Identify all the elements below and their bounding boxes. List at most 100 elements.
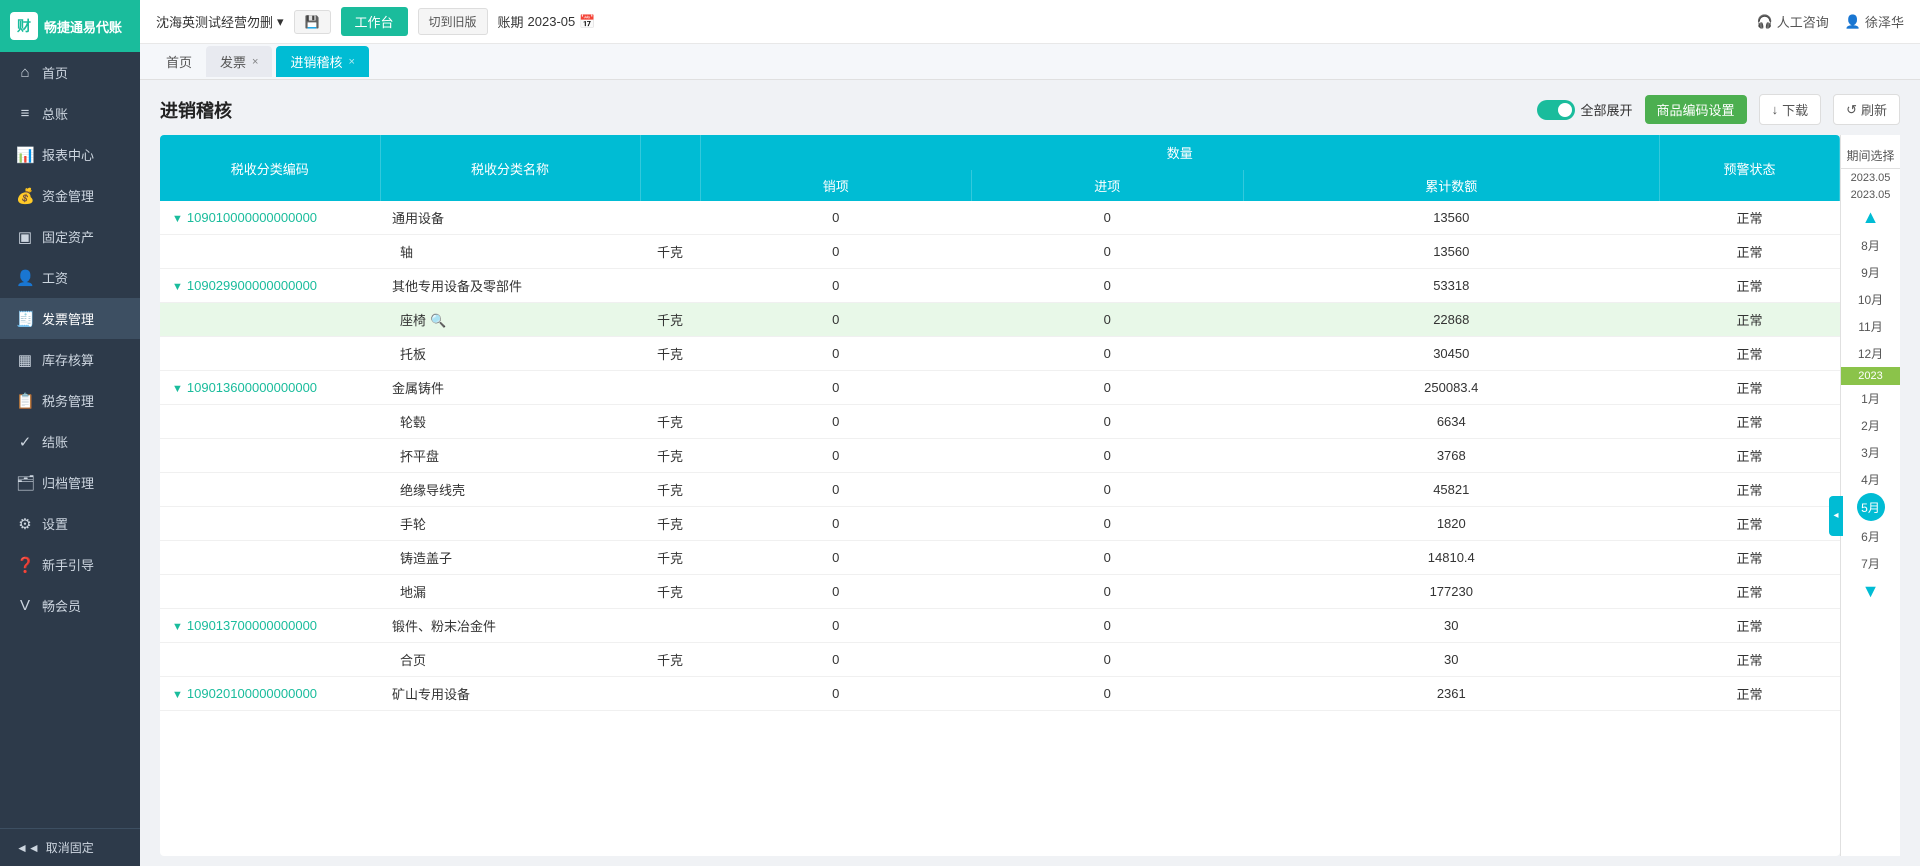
month-1[interactable]: 1月 — [1841, 385, 1900, 412]
switch-version-button[interactable]: 切到旧版 — [418, 8, 488, 35]
month-5-active[interactable]: 5月 — [1857, 493, 1885, 521]
table-cell-sales: 0 — [700, 575, 972, 609]
sidebar-item-label: 发票管理 — [42, 309, 94, 328]
sidebar-item-vip[interactable]: V 畅会员 — [0, 585, 140, 626]
col-header-unit — [640, 135, 700, 170]
table-cell-warning: 正常 — [1660, 473, 1840, 507]
sidebar-item-guide[interactable]: ❓ 新手引导 — [0, 544, 140, 585]
month-8[interactable]: 8月 — [1841, 232, 1900, 259]
table-scroll[interactable]: 税收分类编码 税收分类名称 数量 预警状态 销项 进项 累计数额 — [160, 135, 1840, 856]
table-cell-sales: 0 — [700, 507, 972, 541]
table-cell-unit: 千克 — [640, 473, 700, 507]
collapse-icon[interactable]: ▼ — [172, 213, 183, 225]
tab-invoice-label: 发票 — [220, 52, 246, 71]
table-cell-cumulative: 177230 — [1243, 575, 1659, 609]
month-6[interactable]: 6月 — [1841, 523, 1900, 550]
table-row: 轮毂 千克 0 0 6634 正常 — [160, 405, 1840, 439]
month-9[interactable]: 9月 — [1841, 259, 1900, 286]
collapse-icon[interactable]: ▼ — [172, 281, 183, 293]
table-cell-sales: 0 — [700, 201, 972, 235]
col-header-warning: 预警状态 — [1660, 135, 1840, 201]
table-cell-code — [160, 303, 380, 337]
sidebar-item-reports[interactable]: 📊 报表中心 — [0, 134, 140, 175]
col-header-cumulative: 累计数额 — [1243, 170, 1659, 201]
month-3[interactable]: 3月 — [1841, 439, 1900, 466]
sidebar-item-settlement[interactable]: ✓ 结账 — [0, 421, 140, 462]
month-4[interactable]: 4月 — [1841, 466, 1900, 493]
sidebar-item-home[interactable]: ⌂ 首页 — [0, 52, 140, 93]
month-11[interactable]: 11月 — [1841, 313, 1900, 340]
table-cell-purchase: 0 — [972, 473, 1244, 507]
month-2[interactable]: 2月 — [1841, 412, 1900, 439]
table-cell-purchase: 0 — [972, 405, 1244, 439]
tab-home[interactable]: 首页 — [156, 46, 202, 77]
sidebar-item-inventory[interactable]: ▦ 库存核算 — [0, 339, 140, 380]
table-cell-cumulative: 1820 — [1243, 507, 1659, 541]
table-cell-cumulative: 2361 — [1243, 677, 1659, 711]
table-cell-sales: 0 — [700, 609, 972, 643]
sidebar-unpin-button[interactable]: ◄◄ 取消固定 — [0, 828, 140, 866]
sidebar-item-settings[interactable]: ⚙ 设置 — [0, 503, 140, 544]
chart-icon: 📊 — [16, 146, 34, 164]
sidebar-item-invoice[interactable]: 🧾 发票管理 — [0, 298, 140, 339]
sidebar-item-archive[interactable]: 🗂 归档管理 — [0, 462, 140, 503]
period-value: 2023-05 — [528, 14, 576, 29]
collapse-icon[interactable]: ▼ — [172, 383, 183, 395]
table-cell-purchase: 0 — [972, 439, 1244, 473]
sidebar-item-fixed-assets[interactable]: ▣ 固定资产 — [0, 216, 140, 257]
workbench-button[interactable]: 工作台 — [341, 7, 408, 36]
collapse-icon[interactable]: ▼ — [172, 689, 183, 701]
user-icon: 👤 — [1845, 14, 1861, 30]
sidebar-item-label: 工资 — [42, 268, 68, 287]
customer-service-button[interactable]: 🎧 人工咨询 — [1757, 12, 1829, 31]
panel-toggle-button[interactable]: ◂ — [1829, 496, 1843, 536]
home-icon: ⌂ — [16, 64, 34, 81]
table-cell-warning: 正常 — [1660, 677, 1840, 711]
table-cell-purchase: 0 — [972, 235, 1244, 269]
col-header-quantity-group: 数量 — [700, 135, 1660, 170]
sidebar-item-fund[interactable]: 💰 资金管理 — [0, 175, 140, 216]
month-7[interactable]: 7月 — [1841, 550, 1900, 577]
table-cell-unit: 千克 — [640, 507, 700, 541]
table-cell-warning: 正常 — [1660, 609, 1840, 643]
period-display: 账期 2023-05 📅 — [498, 12, 596, 31]
tabbar: 首页 发票 × 进销稽核 × — [140, 44, 1920, 80]
table-cell-warning: 正常 — [1660, 575, 1840, 609]
user-profile[interactable]: 👤 徐泽华 — [1845, 12, 1904, 31]
expand-toggle[interactable] — [1537, 100, 1575, 120]
table-cell-purchase: 0 — [972, 303, 1244, 337]
tab-invoice-close-icon[interactable]: × — [252, 56, 258, 68]
table-cell-sales: 0 — [700, 643, 972, 677]
scroll-down-button[interactable]: ▼ — [1858, 577, 1884, 606]
refresh-button[interactable]: ↺ 刷新 — [1833, 94, 1900, 125]
table-cell-name: 轮毂 — [380, 405, 640, 439]
year-2023[interactable]: 2023 — [1841, 367, 1900, 385]
month-10[interactable]: 10月 — [1841, 286, 1900, 313]
sidebar-item-tax[interactable]: 📋 税务管理 — [0, 380, 140, 421]
month-12[interactable]: 12月 — [1841, 340, 1900, 367]
tab-invoice[interactable]: 发票 × — [206, 46, 272, 77]
table-cell-warning: 正常 — [1660, 541, 1840, 575]
save-button[interactable]: 💾 — [294, 10, 331, 34]
table-row: ▼109013700000000000 锻件、粉末冶金件 0 0 30 正常 — [160, 609, 1840, 643]
collapse-icon[interactable]: ▼ — [172, 621, 183, 633]
sidebar-item-label: 首页 — [42, 63, 68, 82]
search-icon[interactable]: 🔍 — [430, 313, 446, 328]
table-cell-sales: 0 — [700, 677, 972, 711]
table-cell-warning: 正常 — [1660, 303, 1840, 337]
sidebar-item-ledger[interactable]: ≡ 总账 — [0, 93, 140, 134]
table-cell-sales: 0 — [700, 473, 972, 507]
table-cell-code: ▼109010000000000000 — [160, 201, 380, 235]
sidebar-item-payroll[interactable]: 👤 工资 — [0, 257, 140, 298]
download-button[interactable]: ↓ 下载 — [1759, 94, 1822, 125]
table-cell-warning: 正常 — [1660, 405, 1840, 439]
table-cell-name: 通用设备 — [380, 201, 640, 235]
sku-settings-button[interactable]: 商品编码设置 — [1645, 95, 1747, 124]
company-selector[interactable]: 沈海英测试经营勿删 ▾ — [156, 12, 284, 31]
calendar-icon[interactable]: 📅 — [579, 14, 595, 30]
tab-reconcile[interactable]: 进销稽核 × — [276, 46, 368, 77]
tab-reconcile-close-icon[interactable]: × — [348, 56, 354, 68]
table-cell-name: 其他专用设备及零部件 — [380, 269, 640, 303]
scroll-up-button[interactable]: ▲ — [1858, 203, 1884, 232]
right-panel: ◂ 期间选择 2023.05 2023.05 ▲ 8月 9月 10月 11月 1… — [1840, 135, 1900, 856]
